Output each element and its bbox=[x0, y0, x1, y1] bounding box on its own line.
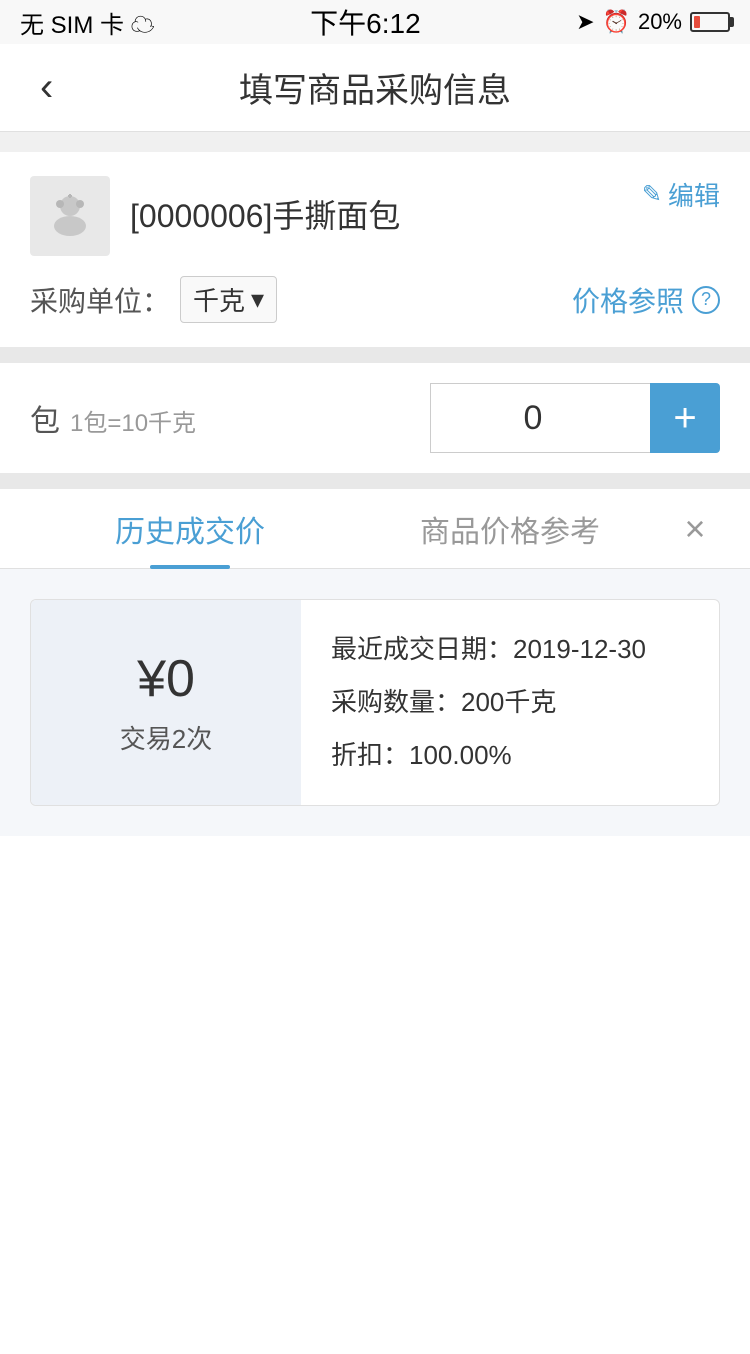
info-icon: ? bbox=[692, 286, 720, 314]
product-name: [0000006]手撕面包 bbox=[130, 194, 400, 239]
quantity-row: 包 1包=10千克 + bbox=[0, 363, 750, 473]
tab-history-label: 历史成交价 bbox=[115, 507, 265, 551]
recent-date-row: 最近成交日期：2019-12-30 bbox=[331, 630, 689, 669]
status-left: 无 SIM 卡 ☁ bbox=[20, 5, 155, 40]
section-divider bbox=[0, 347, 750, 363]
edit-button[interactable]: ✎ 编辑 bbox=[642, 176, 720, 213]
quantity-conversion: 1包=10千克 bbox=[70, 403, 196, 438]
discount-row: 折扣：100.00% bbox=[331, 736, 689, 775]
page-title: 填写商品采购信息 bbox=[239, 63, 511, 112]
status-bar: 无 SIM 卡 ☁ 下午6:12 ➤ ⏰ 20% bbox=[0, 0, 750, 44]
alarm-icon: ⏰ bbox=[603, 9, 630, 35]
tab-history-price[interactable]: 历史成交价 bbox=[30, 489, 350, 569]
battery-percent: 20% bbox=[638, 9, 682, 35]
quantity-unit: 包 bbox=[30, 396, 60, 440]
signal-text: 无 SIM 卡 ☁ bbox=[20, 5, 155, 40]
history-detail-right: 最近成交日期：2019-12-30 采购数量：200千克 折扣：100.00% bbox=[301, 600, 719, 805]
tabs-header: 历史成交价 商品价格参考 × bbox=[0, 489, 750, 569]
status-right: ➤ ⏰ 20% bbox=[576, 9, 730, 35]
quantity-input[interactable] bbox=[430, 383, 650, 453]
price-reference-button[interactable]: 价格参照 ? bbox=[572, 280, 720, 320]
product-thumbnail bbox=[30, 176, 110, 256]
product-footer: 采购单位： 千克 ▾ 价格参照 ? bbox=[30, 276, 720, 323]
nav-bar: ‹ 填写商品采购信息 bbox=[0, 44, 750, 132]
location-icon: ➤ bbox=[576, 9, 594, 35]
purchase-qty-label: 采购数量： bbox=[331, 687, 461, 717]
section-divider-2 bbox=[0, 473, 750, 489]
dropdown-arrow-icon: ▾ bbox=[251, 284, 264, 315]
tabs-section: 历史成交价 商品价格参考 × ¥0 交易2次 最近成交日期：2019-12-30 bbox=[0, 489, 750, 836]
history-trade-count: 交易2次 bbox=[120, 719, 212, 756]
product-left: [0000006]手撕面包 bbox=[30, 176, 400, 256]
tab-product-price[interactable]: 商品价格参考 bbox=[350, 489, 670, 569]
quantity-input-group: + bbox=[430, 383, 720, 453]
tabs-close-button[interactable]: × bbox=[670, 504, 720, 554]
status-time: 下午6:12 bbox=[310, 2, 421, 42]
purchase-unit-label: 采购单位： bbox=[30, 280, 170, 320]
history-price-value: ¥0 bbox=[137, 649, 195, 709]
back-button[interactable]: ‹ bbox=[30, 55, 63, 120]
edit-icon: ✎ bbox=[642, 180, 662, 209]
tab-active-underline bbox=[150, 565, 230, 569]
edit-label: 编辑 bbox=[668, 176, 720, 213]
discount-label: 折扣： bbox=[331, 740, 409, 770]
unit-dropdown[interactable]: 千克 ▾ bbox=[180, 276, 277, 323]
history-price-card: ¥0 交易2次 最近成交日期：2019-12-30 采购数量：200千克 折扣：… bbox=[30, 599, 720, 806]
quantity-plus-button[interactable]: + bbox=[650, 383, 720, 453]
tab-product-label: 商品价格参考 bbox=[420, 507, 600, 551]
product-header: [0000006]手撕面包 ✎ 编辑 bbox=[30, 176, 720, 256]
quantity-label: 包 1包=10千克 bbox=[30, 396, 196, 440]
price-ref-label: 价格参照 bbox=[572, 280, 684, 320]
recent-date-value: 2019-12-30 bbox=[513, 634, 646, 664]
recent-date-label: 最近成交日期： bbox=[331, 634, 513, 664]
purchase-qty-row: 采购数量：200千克 bbox=[331, 683, 689, 722]
tab-content-history: ¥0 交易2次 最近成交日期：2019-12-30 采购数量：200千克 折扣：… bbox=[0, 569, 750, 836]
history-price-left: ¥0 交易2次 bbox=[31, 600, 301, 805]
unit-value: 千克 bbox=[193, 281, 245, 318]
purchase-qty-value: 200千克 bbox=[461, 687, 556, 717]
discount-value: 100.00% bbox=[409, 740, 512, 770]
battery-icon bbox=[690, 12, 730, 32]
product-card: [0000006]手撕面包 ✎ 编辑 采购单位： 千克 ▾ 价格参照 ? bbox=[0, 152, 750, 347]
purchase-unit-row: 采购单位： 千克 ▾ bbox=[30, 276, 277, 323]
